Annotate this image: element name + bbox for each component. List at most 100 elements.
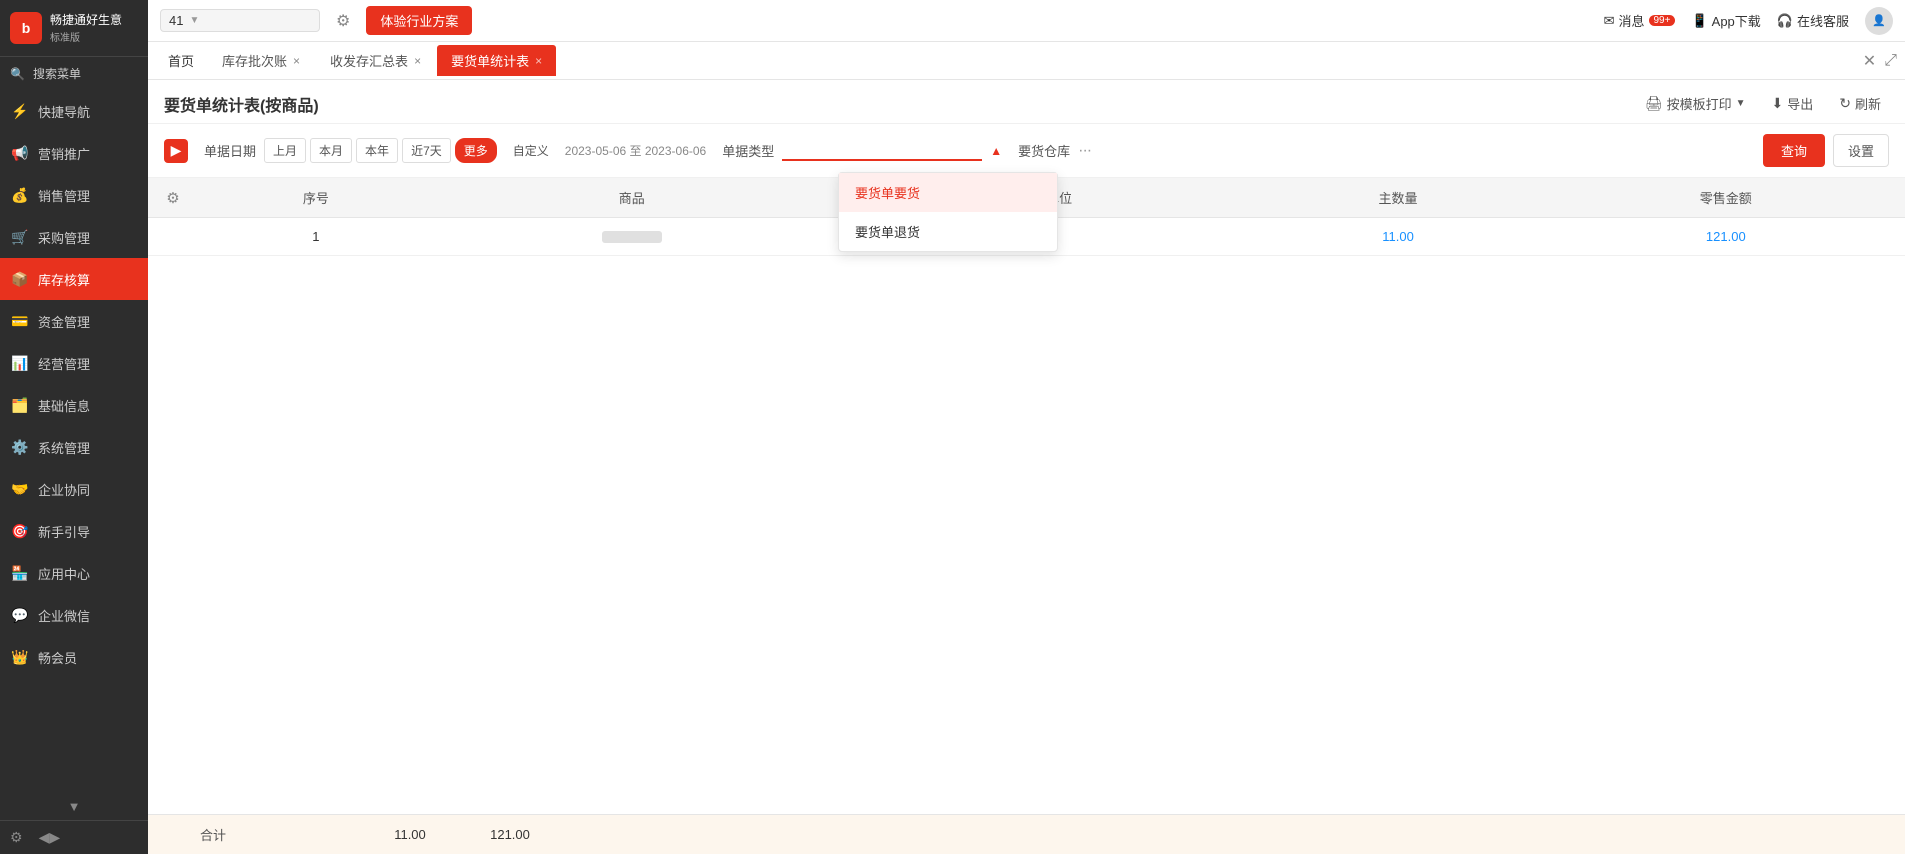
footer-label: 合计 <box>160 825 360 844</box>
print-template-btn[interactable]: 🖨 按模板打印 ▼ <box>1637 90 1754 117</box>
sidebar-bottom: ⚙ ◀▶ <box>0 820 148 854</box>
refresh-btn[interactable]: ↻ 刷新 <box>1831 90 1889 117</box>
tab-order-stats-close[interactable]: × <box>535 54 542 68</box>
company-name: 41 <box>169 13 183 28</box>
date-btn-this-year[interactable]: 本年 <box>356 138 398 163</box>
quick-nav-icon: ⚡ <box>10 101 30 121</box>
sidebar-scroll-down[interactable]: ▼ <box>0 793 148 820</box>
app-download-btn[interactable]: 📱 App下载 <box>1691 11 1760 30</box>
filter-toggle-btn[interactable]: ▶ <box>164 139 188 163</box>
date-filter-label: 单据日期 <box>204 141 256 160</box>
appstore-icon: 🏪 <box>10 563 30 583</box>
col-no: 序号 <box>198 178 434 218</box>
sidebar-label-purchase: 采购管理 <box>38 228 90 247</box>
column-settings-icon[interactable]: ⚙ <box>166 190 179 207</box>
date-btn-this-month[interactable]: 本月 <box>310 138 352 163</box>
page-title: 要货单统计表(按商品) <box>164 92 319 116</box>
operations-icon: 📊 <box>10 353 30 373</box>
topbar-right: ✉ 消息 99+ 📱 App下载 🎧 在线客服 👤 <box>1604 7 1893 35</box>
tab-receive-summary-close[interactable]: × <box>414 54 421 68</box>
sidebar-label-quick-nav: 快捷导航 <box>38 102 90 121</box>
sidebar-item-marketing[interactable]: 📢 营销推广 <box>0 132 148 174</box>
search-menu-item[interactable]: 🔍 搜索菜单 <box>0 57 148 90</box>
member-icon: 👑 <box>10 647 30 667</box>
trial-btn[interactable]: 体验行业方案 <box>366 6 472 35</box>
sidebar-label-marketing: 营销推广 <box>38 144 90 163</box>
date-btn-more[interactable]: 更多 <box>455 138 497 163</box>
collapse-icon[interactable]: ◀▶ <box>39 829 61 846</box>
col-amount: 零售金额 <box>1547 178 1905 218</box>
sidebar-item-appstore[interactable]: 🏪 应用中心 <box>0 552 148 594</box>
amount-link[interactable]: 121.00 <box>1706 229 1746 244</box>
filter-settings-btn[interactable]: 设置 <box>1833 134 1889 167</box>
sidebar-label-enterprise: 企业协同 <box>38 480 90 499</box>
date-btn-7days[interactable]: 近7天 <box>402 138 451 163</box>
sidebar-label-appstore: 应用中心 <box>38 564 90 583</box>
page-content: 要货单统计表(按商品) 🖨 按模板打印 ▼ ⬇ 导出 ↻ 刷新 ▶ <box>148 80 1905 854</box>
type-filter-input[interactable] <box>782 140 982 161</box>
company-selector[interactable]: 41 ▼ <box>160 9 320 32</box>
sidebar-item-purchase[interactable]: 🛒 采购管理 <box>0 216 148 258</box>
expand-tabs-btn[interactable]: ⤢ <box>1884 52 1897 70</box>
sidebar-logo: b 畅捷通好生意 标准版 <box>0 0 148 57</box>
sidebar-label-system: 系统管理 <box>38 438 90 457</box>
col-product: 商品 <box>434 178 830 218</box>
sidebar-item-wechat[interactable]: 💬 企业微信 <box>0 594 148 636</box>
sidebar-nav: ⚡ 快捷导航 📢 营销推广 💰 销售管理 🛒 采购管理 📦 库存核算 💳 资金管… <box>0 90 148 793</box>
user-avatar[interactable]: 👤 <box>1865 7 1893 35</box>
date-btn-last-month[interactable]: 上月 <box>264 138 306 163</box>
print-icon: 🖨 <box>1645 95 1663 112</box>
filter-actions: 查询 设置 <box>1763 134 1889 167</box>
sidebar-item-enterprise[interactable]: 🤝 企业协同 <box>0 468 148 510</box>
tab-receive-summary[interactable]: 收发存汇总表 × <box>316 45 435 76</box>
custom-date-btn[interactable]: 自定义 <box>505 139 557 162</box>
sidebar-item-inventory[interactable]: 📦 库存核算 <box>0 258 148 300</box>
export-btn[interactable]: ⬇ 导出 <box>1764 90 1822 117</box>
tab-inventory-batch[interactable]: 库存批次账 × <box>208 45 314 76</box>
type-filter-group: 单据类型 ▲ <box>722 140 1002 161</box>
col-settings[interactable]: ⚙ <box>148 178 198 218</box>
settings-bottom-icon[interactable]: ⚙ <box>10 829 23 846</box>
date-range-text: 2023-05-06 至 2023-06-06 <box>565 142 706 159</box>
sidebar-item-basics[interactable]: 🗂️ 基础信息 <box>0 384 148 426</box>
date-btns: 上月 本月 本年 近7天 更多 <box>264 138 497 163</box>
quantity-link[interactable]: 11.00 <box>1382 229 1414 244</box>
marketing-icon: 📢 <box>10 143 30 163</box>
sidebar-item-finance[interactable]: 💳 资金管理 <box>0 300 148 342</box>
sidebar-label-member: 畅会员 <box>38 648 77 667</box>
dropdown-item-order-purchase[interactable]: 要货单要货 <box>839 173 1057 212</box>
close-all-tabs-btn[interactable]: ✕ <box>1863 51 1876 71</box>
topbar-settings-icon[interactable]: ⚙ <box>332 7 354 35</box>
inventory-icon: 📦 <box>10 269 30 289</box>
sidebar-item-system[interactable]: ⚙️ 系统管理 <box>0 426 148 468</box>
sidebar-item-member[interactable]: 👑 畅会员 <box>0 636 148 678</box>
query-btn[interactable]: 查询 <box>1763 134 1825 167</box>
page-header: 要货单统计表(按商品) 🖨 按模板打印 ▼ ⬇ 导出 ↻ 刷新 <box>148 80 1905 124</box>
sidebar-item-operations[interactable]: 📊 经营管理 <box>0 342 148 384</box>
dropdown-item-order-return[interactable]: 要货单退货 <box>839 212 1057 251</box>
sidebar-item-newbie[interactable]: 🎯 新手引导 <box>0 510 148 552</box>
export-icon: ⬇ <box>1772 95 1784 112</box>
brand-name: 畅捷通好生意 <box>50 12 122 29</box>
search-icon: 🔍 <box>10 67 25 81</box>
messages-label: 消息 <box>1618 11 1644 30</box>
footer-amount: 121.00 <box>460 827 560 842</box>
service-label: 在线客服 <box>1797 11 1849 30</box>
warehouse-dots-icon[interactable]: ··· <box>1078 142 1091 160</box>
page-actions: 🖨 按模板打印 ▼ ⬇ 导出 ↻ 刷新 <box>1637 90 1889 117</box>
tab-home[interactable]: 首页 <box>156 45 206 76</box>
type-dropdown-arrow-icon[interactable]: ▲ <box>990 144 1002 158</box>
sidebar-item-sales[interactable]: 💰 销售管理 <box>0 174 148 216</box>
brand-sub: 标准版 <box>50 29 122 44</box>
finance-icon: 💳 <box>10 311 30 331</box>
tab-order-stats[interactable]: 要货单统计表 × <box>437 45 556 76</box>
service-btn[interactable]: 🎧 在线客服 <box>1777 11 1849 30</box>
messages-btn[interactable]: ✉ 消息 99+ <box>1604 11 1676 30</box>
wechat-icon: 💬 <box>10 605 30 625</box>
tab-inventory-batch-close[interactable]: × <box>293 54 300 68</box>
tab-order-stats-label: 要货单统计表 <box>451 51 529 70</box>
footer-values: 11.00 121.00 <box>360 827 560 842</box>
col-quantity: 主数量 <box>1249 178 1546 218</box>
sidebar-item-quick-nav[interactable]: ⚡ 快捷导航 <box>0 90 148 132</box>
main-content: 41 ▼ ⚙ 体验行业方案 ✉ 消息 99+ 📱 App下载 🎧 在线客服 👤 <box>148 0 1905 854</box>
